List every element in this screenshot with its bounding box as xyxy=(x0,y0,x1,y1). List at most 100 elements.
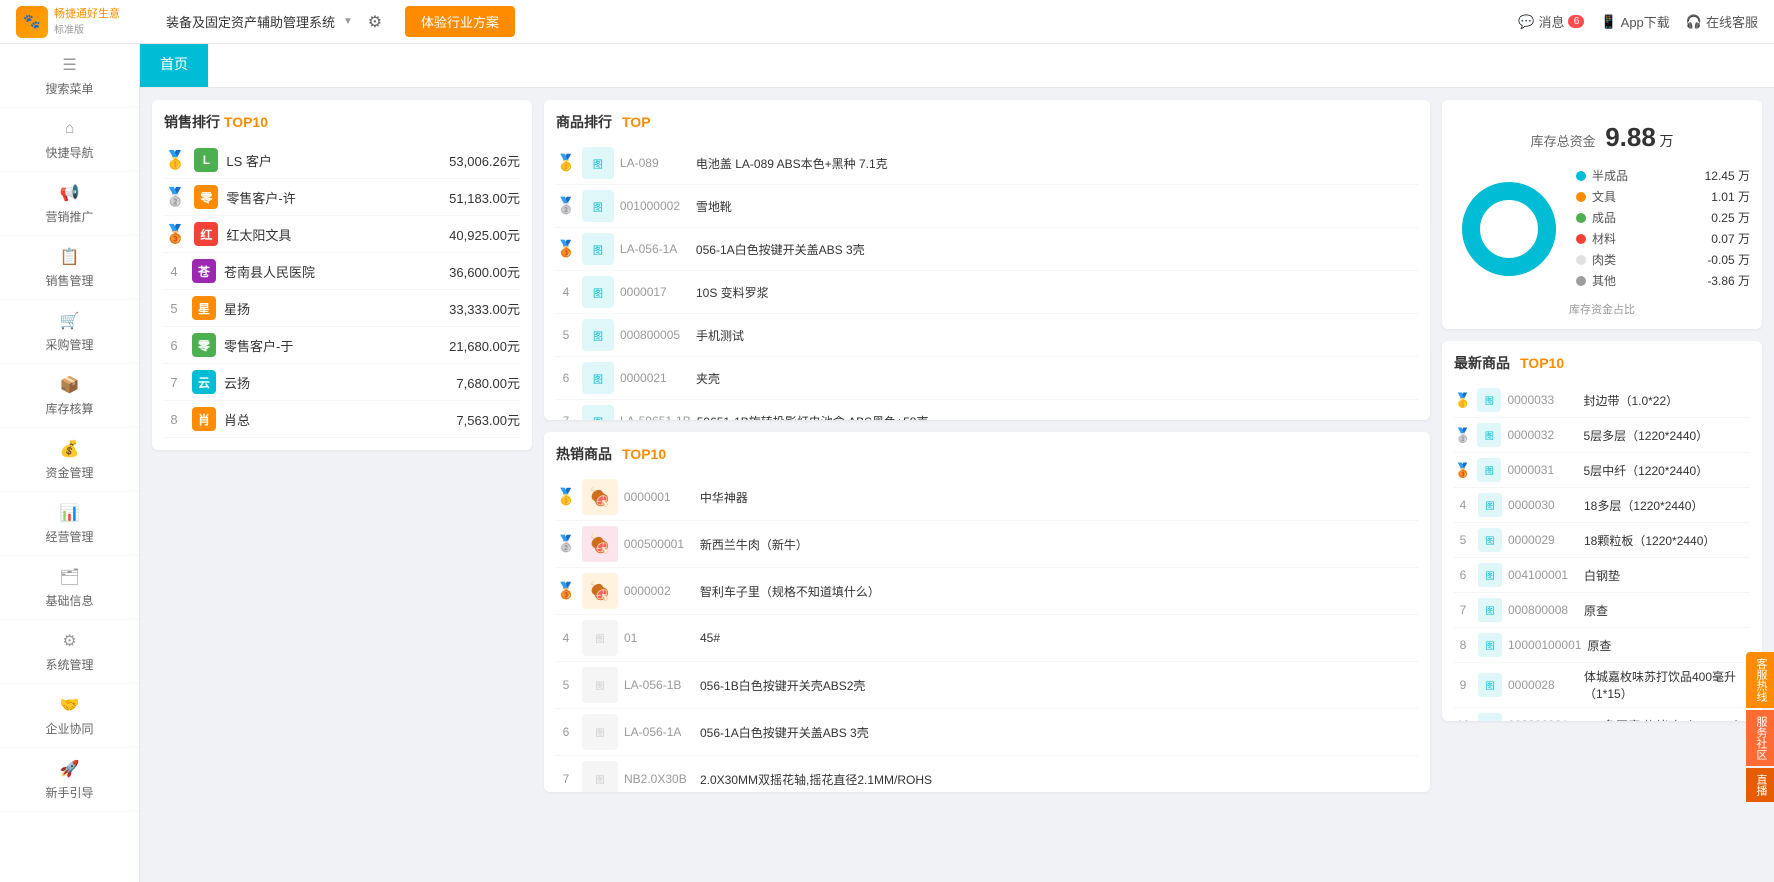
latest-product-item: 7 图 000800008 原查 xyxy=(1454,593,1750,628)
rank-customer-name: LS 客户 xyxy=(226,151,441,170)
hot-product-thumbnail: 🍖 xyxy=(582,479,618,515)
sales-rank-item: 🥈 零 零售客户-许 51,183.00元 xyxy=(164,179,520,216)
app-download-item[interactable]: 📱 App下载 xyxy=(1600,12,1669,31)
sales-icon: 📋 xyxy=(59,246,81,268)
lp-name: 18颗粒板（1220*2440） xyxy=(1584,532,1750,549)
sidebar-item-guide[interactable]: 🚀 新手引导 xyxy=(0,748,139,812)
product-code: LA-056-1A xyxy=(620,242,690,256)
rank-customer-name: 零售客户-许 xyxy=(226,188,441,207)
marketing-icon: 📢 xyxy=(59,182,81,204)
main-layout: ☰ 搜索菜单 ⌂ 快捷导航 📢 营销推广 📋 销售管理 🛒 采购管理 📦 库存核… xyxy=(0,44,1774,882)
sidebar-item-operations[interactable]: 📊 经营管理 xyxy=(0,492,139,556)
product-name: 手机测试 xyxy=(696,327,1418,344)
product-name: 056-1B白色按键开关壳ABS2壳 xyxy=(700,677,1418,694)
legend-dot-5 xyxy=(1576,255,1586,265)
latest-product-item: 🥈 图 0000032 5层多层（1220*2440） xyxy=(1454,418,1750,453)
medal-icon: 🥈 xyxy=(1454,427,1471,444)
sidebar-item-purchase[interactable]: 🛒 采购管理 xyxy=(0,300,139,364)
system-name: 装备及固定资产辅助管理系统 xyxy=(166,12,335,31)
cs-live-button[interactable]: 直播 xyxy=(1746,768,1774,802)
message-icon: 💬 xyxy=(1518,14,1534,30)
latest-product-item: 8 图 10000100001 原查 xyxy=(1454,628,1750,663)
sidebar-item-sales[interactable]: 📋 销售管理 xyxy=(0,236,139,300)
product-name: 电池盖 LA-089 ABS本色+黑种 7.1克 xyxy=(696,155,1418,172)
product-thumbnail: 图 xyxy=(582,276,614,308)
rank-customer-name: 星扬 xyxy=(224,299,441,318)
hot-product-thumbnail: 🍖 xyxy=(582,573,618,609)
lp-name: 5层中纤（1220*2440） xyxy=(1583,462,1750,479)
sidebar-item-enterprise[interactable]: 🤝 企业协同 xyxy=(0,684,139,748)
rank-number: 6 xyxy=(164,338,184,353)
lp-thumbnail: 图 xyxy=(1478,598,1502,622)
sidebar-item-search[interactable]: ☰ 搜索菜单 xyxy=(0,44,139,108)
message-item[interactable]: 💬 消息 6 xyxy=(1518,12,1584,31)
lp-code: 0000029 xyxy=(1508,533,1578,547)
legend-dot-6 xyxy=(1576,276,1586,286)
lp-thumbnail: 图 xyxy=(1477,423,1501,447)
sales-ranking-label: 销售排行 TOP10 xyxy=(164,112,268,132)
lp-thumbnail: 图 xyxy=(1477,388,1501,412)
lp-thumb-label: 图 xyxy=(1485,639,1494,652)
message-label: 消息 xyxy=(1538,12,1564,31)
rank-number: 4 xyxy=(556,285,576,299)
product-code: 000500001 xyxy=(624,537,694,551)
product-thumbnail: 图 xyxy=(582,362,614,394)
sidebar-item-shortcuts-label: 快捷导航 xyxy=(45,144,93,161)
hot-product-thumbnail: 🍖 xyxy=(582,526,618,562)
medal-icon: 🥈 xyxy=(556,196,576,216)
lp-thumbnail: 图 xyxy=(1478,493,1502,517)
product-code: LA-056-1B xyxy=(624,678,694,692)
medal-icon: 🥈 xyxy=(164,187,186,208)
sales-ranking-card: 销售排行 TOP10 🥇 L LS 客户 53,006.26元 🥈 零 零售客户… xyxy=(152,100,532,450)
rank-amount: 7,563.00元 xyxy=(456,410,520,429)
trial-button[interactable]: 体验行业方案 xyxy=(405,6,515,37)
lp-code: 000800008 xyxy=(1508,603,1578,617)
sidebar-item-basics[interactable]: 🗂 基础信息 xyxy=(0,556,139,620)
product-ranking-card: 商品排行 TOP 🥇 图 LA-089 电池盖 LA-089 ABS本色+黑种 … xyxy=(544,100,1430,420)
lp-thumbnail: 图 xyxy=(1478,673,1502,697)
legend-item-4: 材料 0.07 万 xyxy=(1576,230,1750,247)
sidebar-item-inventory[interactable]: 📦 库存核算 xyxy=(0,364,139,428)
guide-icon: 🚀 xyxy=(59,758,81,780)
settings-button[interactable]: ⚙ xyxy=(361,8,389,36)
rank-badge: 零 xyxy=(192,333,216,357)
medal-icon: 🥉 xyxy=(556,581,576,601)
left-column: 销售排行 TOP10 🥇 L LS 客户 53,006.26元 🥈 零 零售客户… xyxy=(152,100,532,874)
sidebar-item-sales-label: 销售管理 xyxy=(45,272,93,289)
sales-rank-item: 4 苍 苍南县人民医院 36,600.00元 xyxy=(164,253,520,290)
rank-badge: L xyxy=(194,148,218,172)
cs-hotline-button[interactable]: 客服热线 xyxy=(1746,652,1774,708)
sidebar-item-enterprise-label: 企业协同 xyxy=(45,720,93,737)
dashboard: 销售排行 TOP10 🥇 L LS 客户 53,006.26元 🥈 零 零售客户… xyxy=(140,88,1774,882)
online-service-item[interactable]: 🎧 在线客服 xyxy=(1686,12,1758,31)
product-thumbnail: 图 xyxy=(582,319,614,351)
lp-thumb-label: 图 xyxy=(1485,464,1494,477)
product-name: 2.0X30MM双摇花轴,摇花直径2.1MM/ROHS xyxy=(700,771,1418,788)
lp-name: 18多层（1220*2440） xyxy=(1584,497,1750,514)
latest-products-list: 🥇 图 0000033 封边带（1.0*22） 🥈 图 0000032 5层多层… xyxy=(1454,383,1750,721)
sidebar-item-search-label: 搜索菜单 xyxy=(45,80,93,97)
lp-code: 0000031 xyxy=(1507,463,1577,477)
tab-home[interactable]: 首页 xyxy=(140,44,208,87)
cs-community-button[interactable]: 服务社区 xyxy=(1746,710,1774,766)
rank-customer-name: 红太阳文具 xyxy=(226,225,441,244)
hot-product-thumbnail: 图 xyxy=(582,620,618,656)
sidebar-item-finance[interactable]: 💰 资金管理 xyxy=(0,428,139,492)
product-thumbnail: 图 xyxy=(582,190,614,222)
product-rank-item: 🥈 图 001000002 雪地靴 xyxy=(556,185,1418,228)
sidebar-item-marketing[interactable]: 📢 营销推广 xyxy=(0,172,139,236)
product-code: 0000021 xyxy=(620,371,690,385)
product-code: 0000017 xyxy=(620,285,690,299)
sidebar-item-system[interactable]: ⚙ 系统管理 xyxy=(0,620,139,684)
medal-icon: 🥇 xyxy=(164,150,186,171)
dropdown-arrow-icon[interactable]: ▼ xyxy=(343,16,353,27)
top-header: 🐾 畅捷通好生意 标准版 装备及固定资产辅助管理系统 ▼ ⚙ 体验行业方案 💬 … xyxy=(0,0,1774,44)
lp-thumb-label: 图 xyxy=(1485,719,1494,722)
product-rank-item: 5 图 000800005 手机测试 xyxy=(556,314,1418,357)
basics-icon: 🗂 xyxy=(59,566,81,588)
sidebar-item-shortcuts[interactable]: ⌂ 快捷导航 xyxy=(0,108,139,172)
sidebar: ☰ 搜索菜单 ⌂ 快捷导航 📢 营销推广 📋 销售管理 🛒 采购管理 📦 库存核… xyxy=(0,44,140,882)
legend-label-4: 材料 xyxy=(1592,230,1705,247)
legend-item-3: 成品 0.25 万 xyxy=(1576,209,1750,226)
product-code: 001000002 xyxy=(620,199,690,213)
